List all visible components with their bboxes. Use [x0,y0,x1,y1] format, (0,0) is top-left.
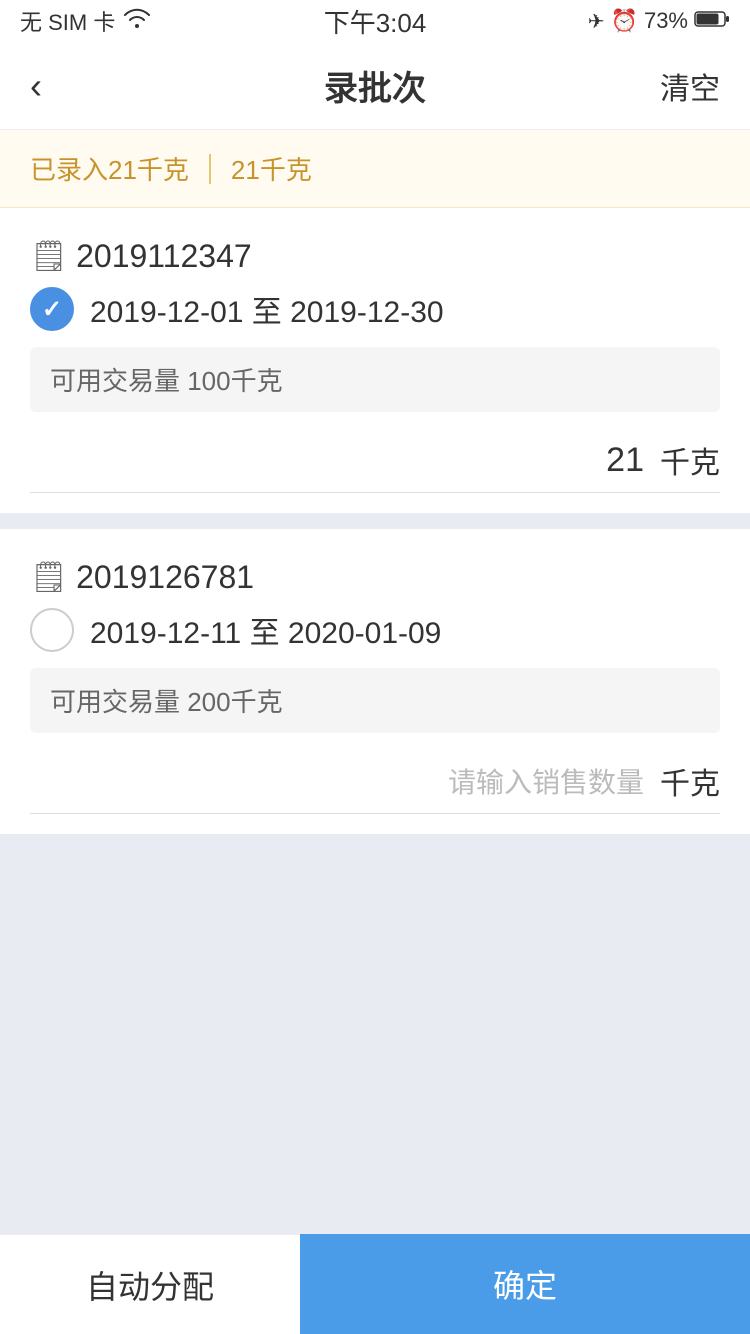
available-qty-1: 可用交易量 100千克 [30,347,720,412]
radio-button-1[interactable]: ✓ [30,287,74,331]
bottom-buttons: 自动分配 确定 [0,1234,750,1334]
quantity-unit-2: 千克 [660,759,720,803]
confirm-button[interactable]: 确定 [300,1234,750,1334]
wifi-icon [123,8,151,34]
banner-divider [209,154,211,184]
quantity-unit-1: 千克 [660,438,720,482]
auto-distribute-button[interactable]: 自动分配 [0,1234,300,1334]
batch-id-2: 2019126781 [76,559,254,596]
batch-icon-2: 🗒 [30,560,68,595]
page-title: 录批次 [324,61,426,110]
batch-card-1: 🗒 2019112347 ✓ 2019-12-01 至 2019-12-30 可… [0,208,750,513]
recorded-amount: 已录入21千克 [30,150,189,187]
quantity-placeholder-2[interactable]: 请输入销售数量 [448,761,644,801]
nav-bar: ‹ 录批次 清空 [0,42,750,130]
status-bar: 无 SIM 卡 下午3:04 ✈ ⏰ 73% [0,0,750,42]
location-icon: ✈ [588,9,605,34]
info-banner: 已录入21千克 21千克 [0,130,750,208]
batch-id-1: 2019112347 [76,238,252,275]
quantity-row-2[interactable]: 请输入销售数量 千克 [30,749,720,814]
amount-value: 21千克 [231,150,312,187]
clear-button[interactable]: 清空 [660,64,720,108]
batch-card-2: 🗒 2019126781 2019-12-11 至 2020-01-09 可用交… [0,529,750,834]
quantity-value-1: 21 [606,441,644,480]
status-bar-left: 无 SIM 卡 [20,5,151,37]
date-range-2: 2019-12-11 至 2020-01-09 [90,608,441,652]
back-button[interactable]: ‹ [30,65,90,107]
batch-icon-1: 🗒 [30,239,68,274]
battery-percentage: 73% [644,8,688,34]
carrier-text: 无 SIM 卡 [20,5,115,37]
quantity-row-1: 21 千克 [30,428,720,493]
batch-id-row-1: 🗒 2019112347 [30,238,720,275]
batch-date-row-1[interactable]: ✓ 2019-12-01 至 2019-12-30 [30,287,720,331]
available-qty-2: 可用交易量 200千克 [30,668,720,733]
batch-date-row-2[interactable]: 2019-12-11 至 2020-01-09 [30,608,720,652]
status-bar-right: ✈ ⏰ 73% [588,8,730,34]
radio-button-2[interactable] [30,608,74,652]
status-bar-time: 下午3:04 [324,3,427,40]
battery-icon [694,8,730,34]
card-divider [0,513,750,529]
date-range-1: 2019-12-01 至 2019-12-30 [90,287,444,331]
alarm-icon: ⏰ [611,8,638,34]
batch-id-row-2: 🗒 2019126781 [30,559,720,596]
radio-check-icon-1: ✓ [42,295,62,324]
